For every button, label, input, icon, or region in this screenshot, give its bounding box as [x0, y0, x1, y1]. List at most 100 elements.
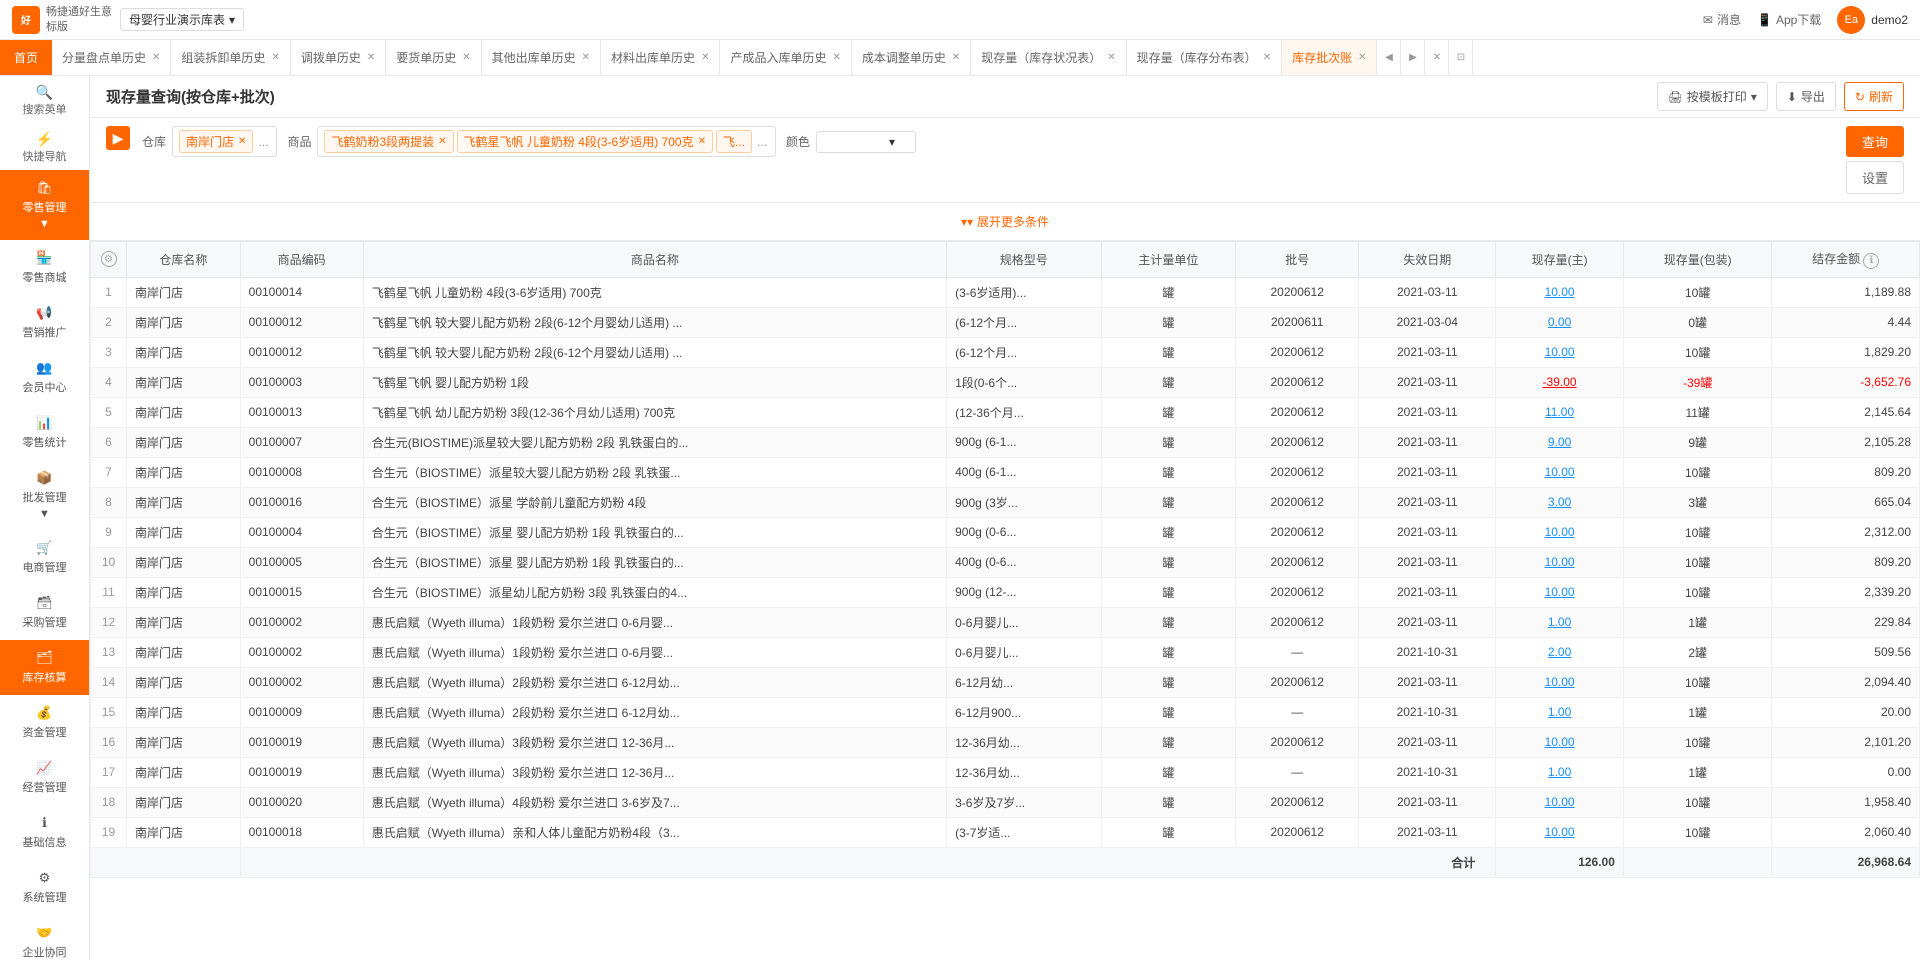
warehouse-tag[interactable]: 南岸门店 ✕ [179, 130, 253, 153]
close-icon[interactable]: ✕ [952, 52, 960, 63]
product-more-btn[interactable]: ... [755, 135, 769, 149]
sidebar-item-ecommerce[interactable]: 🛒 电商管理 [0, 530, 89, 585]
sidebar-item-member[interactable]: 👥 会员中心 [0, 350, 89, 405]
row-qty-main[interactable]: 10.00 [1496, 547, 1624, 577]
row-qty-main[interactable]: 10.00 [1496, 727, 1624, 757]
product-filter-box[interactable]: 飞鹤奶粉3段两提装 ✕ 飞鹤星飞帆 儿童奶粉 4段(3-6岁适用) 700克 ✕… [317, 126, 776, 157]
close-icon[interactable]: ✕ [701, 52, 709, 63]
nav-tab-4[interactable]: 要货单历史 ✕ [386, 40, 481, 75]
sidebar-item-marketing[interactable]: 📢 营销推广 [0, 295, 89, 350]
row-qty-main[interactable]: 10.00 [1496, 667, 1624, 697]
nav-prev-arrow[interactable]: ◀ [1377, 40, 1401, 76]
export-button[interactable]: ⬇ 导出 [1776, 82, 1836, 111]
settings-icon[interactable]: ⚙ [101, 251, 117, 267]
sidebar-item-retail[interactable]: 🛍 零售管理 ▼ [0, 170, 89, 240]
industry-selector[interactable]: 母婴行业演示库表 ▾ [120, 8, 244, 31]
row-qty-main[interactable]: 10.00 [1496, 457, 1624, 487]
nav-tab-7[interactable]: 产成品入库单历史 ✕ [720, 40, 851, 75]
row-qty-main[interactable]: 10.00 [1496, 577, 1624, 607]
nav-tab-2[interactable]: 组装拆卸单历史 ✕ [171, 40, 290, 75]
warehouse-filter-box[interactable]: 南岸门店 ✕ ... [172, 126, 277, 157]
sidebar-item-retail-stats[interactable]: 📊 零售统计 [0, 405, 89, 460]
row-qty-main[interactable]: 0.00 [1496, 307, 1624, 337]
row-qty-main[interactable]: 2.00 [1496, 637, 1624, 667]
row-qty-main[interactable]: 3.00 [1496, 487, 1624, 517]
nav-tab-home[interactable]: 首页 [0, 40, 52, 75]
refresh-button[interactable]: ↻ 刷新 [1844, 82, 1904, 111]
nav-tab-10[interactable]: 现存量（库存分布表）✕ [1127, 40, 1282, 75]
close-icon[interactable]: ✕ [1263, 52, 1271, 63]
nav-tab-1[interactable]: 分量盘点单历史 ✕ [52, 40, 171, 75]
sidebar-item-retail-mall[interactable]: 🏪 零售商城 [0, 240, 89, 295]
close-icon[interactable]: ✕ [1358, 52, 1366, 63]
sidebar-item-operations[interactable]: 📈 经营管理 [0, 750, 89, 805]
settings-button[interactable]: 设置 [1846, 161, 1904, 194]
nav-menu-arrow[interactable]: ⊡ [1449, 40, 1473, 76]
sidebar-item-inventory[interactable]: 🗂 库存核算 [0, 640, 89, 695]
row-amount: 1,829.20 [1772, 337, 1920, 367]
product-tag-3[interactable]: 飞... [716, 130, 752, 153]
row-qty-main[interactable]: 10.00 [1496, 787, 1624, 817]
color-dropdown[interactable]: ▾ [816, 131, 916, 153]
row-warehouse: 南岸门店 [127, 397, 241, 427]
table-row: 7南岸门店00100008合生元（BIOSTIME）派星较大婴儿配方奶粉 2段 … [91, 457, 1920, 487]
sidebar-item-system[interactable]: ⚙ 系统管理 [0, 860, 89, 915]
expand-arrow[interactable]: ▶ [106, 126, 130, 150]
expand-conditions-btn[interactable]: ▾▾ 展开更多条件 [955, 207, 1055, 236]
user-area[interactable]: Ea demo2 [1837, 6, 1908, 34]
row-qty-main[interactable]: 1.00 [1496, 697, 1624, 727]
app-download-button[interactable]: 📱 App下载 [1757, 11, 1821, 28]
close-icon[interactable]: ✕ [462, 52, 470, 63]
nav-close-arrow[interactable]: ✕ [1425, 40, 1449, 76]
sidebar-item-finance[interactable]: 💰 资金管理 [0, 695, 89, 750]
top-bar-left: 好 畅捷通好生意 标版 母婴行业演示库表 ▾ [12, 5, 244, 34]
row-expiry: 2021-03-11 [1359, 427, 1496, 457]
sidebar-item-collab[interactable]: 🤝 企业协同 [0, 915, 89, 960]
col-header-gear[interactable]: ⚙ [91, 242, 127, 278]
sidebar: 🔍 搜索英单 ⚡ 快捷导航 🛍 零售管理 ▼ 🏪 零售商城 📢 营销推广 👥 会… [0, 76, 90, 960]
warehouse-more-btn[interactable]: ... [256, 135, 270, 149]
remove-tag-icon[interactable]: ✕ [238, 136, 246, 147]
search-button[interactable]: 查询 [1846, 126, 1904, 157]
info-icon[interactable]: ℹ [1863, 253, 1879, 269]
product-tag-2[interactable]: 飞鹤星飞帆 儿童奶粉 4段(3-6岁适用) 700克 ✕ [457, 130, 713, 153]
nav-tab-11[interactable]: 库存批次账 ✕ [1282, 40, 1377, 75]
nav-tab-5[interactable]: 其他出库单历史 ✕ [482, 40, 601, 75]
row-qty-main[interactable]: 1.00 [1496, 757, 1624, 787]
nav-tab-9[interactable]: 现存量（库存状况表）✕ [971, 40, 1126, 75]
table-row: 4南岸门店00100003飞鹤星飞帆 婴儿配方奶粉 1段1段(0-6个...罐2… [91, 367, 1920, 397]
row-qty-main[interactable]: 1.00 [1496, 607, 1624, 637]
close-icon[interactable]: ✕ [152, 52, 160, 63]
row-qty-main[interactable]: 10.00 [1496, 337, 1624, 367]
row-unit: 罐 [1101, 427, 1236, 457]
row-amount: 20.00 [1772, 697, 1920, 727]
close-icon[interactable]: ✕ [271, 52, 279, 63]
table-row: 12南岸门店00100002惠氏启赋（Wyeth illuma）1段奶粉 爱尔兰… [91, 607, 1920, 637]
close-icon[interactable]: ✕ [832, 52, 840, 63]
close-icon[interactable]: ✕ [367, 52, 375, 63]
row-qty-main[interactable]: -39.00 [1496, 367, 1624, 397]
nav-tab-3[interactable]: 调拨单历史 ✕ [291, 40, 386, 75]
row-qty-main[interactable]: 9.00 [1496, 427, 1624, 457]
row-qty-main[interactable]: 10.00 [1496, 277, 1624, 307]
sidebar-item-wholesale[interactable]: 📦 批发管理 ▼ [0, 460, 89, 530]
sidebar-item-purchase[interactable]: 🗃 采购管理 [0, 585, 89, 640]
close-icon[interactable]: ✕ [1107, 52, 1115, 63]
sidebar-item-basics[interactable]: ℹ 基础信息 [0, 805, 89, 860]
row-qty-main[interactable]: 11.00 [1496, 397, 1624, 427]
row-qty-main[interactable]: 10.00 [1496, 517, 1624, 547]
logo-text: 畅捷通好生意 标版 [46, 5, 112, 34]
nav-tab-8[interactable]: 成本调整单历史 ✕ [852, 40, 971, 75]
row-qty-main[interactable]: 10.00 [1496, 817, 1624, 847]
remove-tag-icon[interactable]: ✕ [438, 136, 446, 147]
nav-tab-6[interactable]: 材料出库单历史 ✕ [601, 40, 720, 75]
row-name: 飞鹤星飞帆 儿童奶粉 4段(3-6岁适用) 700克 [363, 277, 946, 307]
sidebar-quick-nav[interactable]: ⚡ 快捷导航 [0, 125, 89, 170]
message-button[interactable]: ✉ 消息 [1703, 11, 1741, 28]
product-tag-1[interactable]: 飞鹤奶粉3段两提装 ✕ [324, 130, 453, 153]
close-icon[interactable]: ✕ [582, 52, 590, 63]
nav-next-arrow[interactable]: ▶ [1401, 40, 1425, 76]
remove-tag-icon[interactable]: ✕ [698, 136, 706, 147]
sidebar-search-btn[interactable]: 🔍 搜索英单 [0, 76, 89, 125]
print-button[interactable]: 🖨 按模板打印 ▾ [1657, 82, 1768, 111]
